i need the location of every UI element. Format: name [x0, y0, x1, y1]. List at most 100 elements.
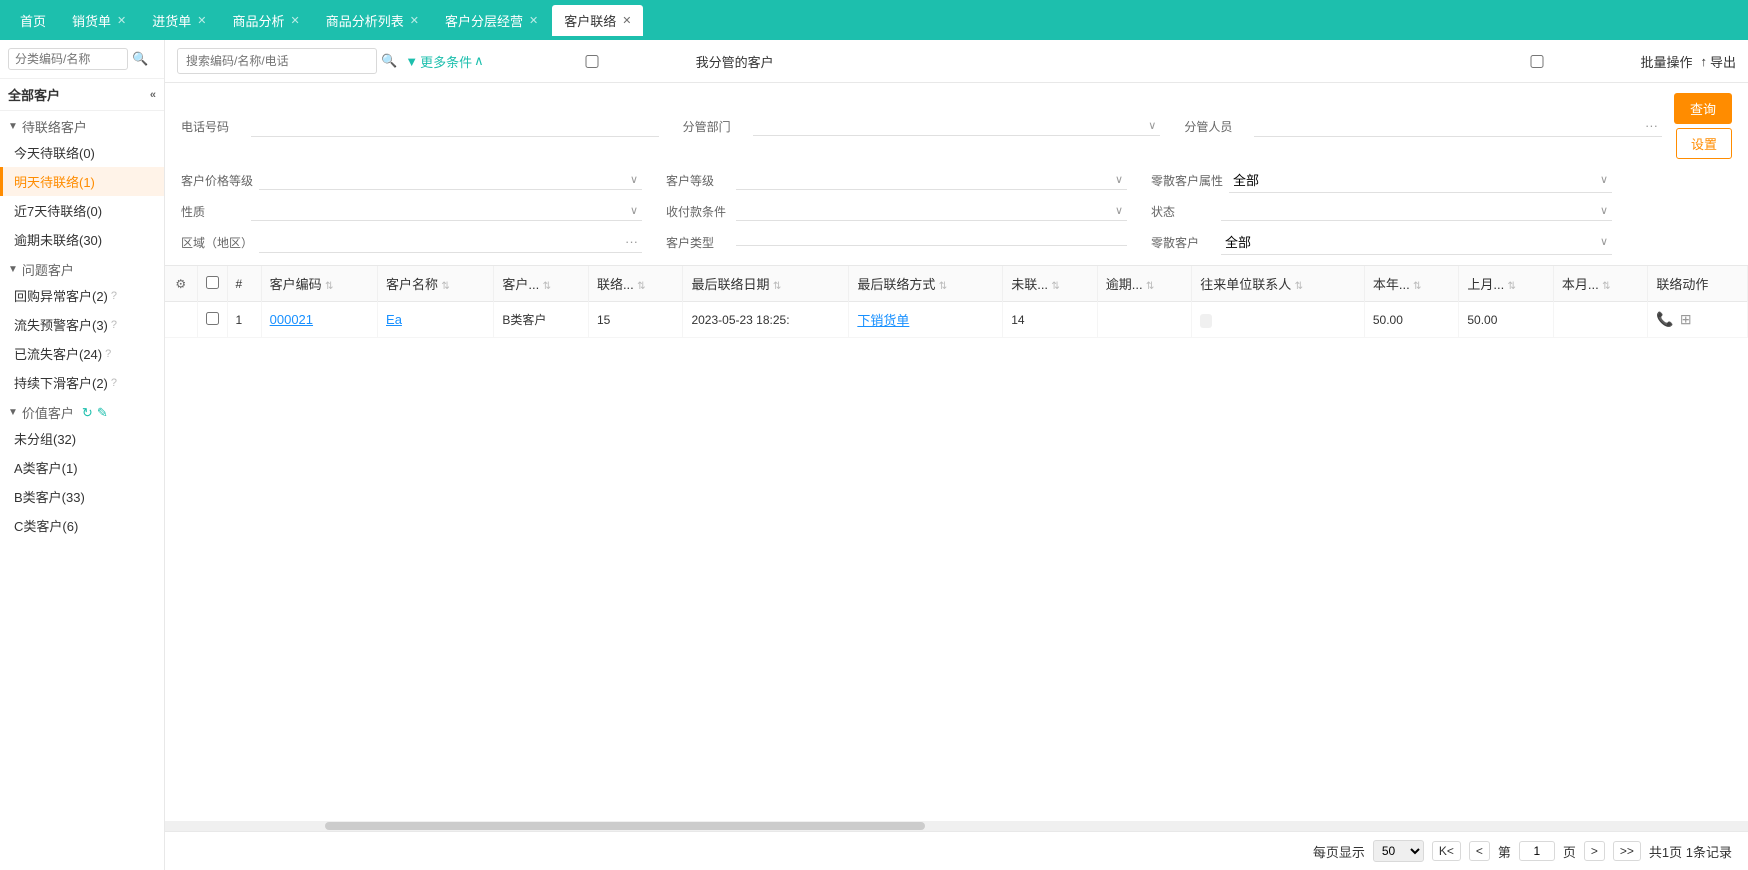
th-last-date[interactable]: 最后联络日期 ⇅: [683, 266, 849, 302]
search-input[interactable]: [177, 48, 377, 74]
sidebar-item-b-class[interactable]: B类客户(33): [0, 482, 164, 511]
setting-button[interactable]: 设置: [1676, 128, 1732, 159]
th-contacts-sort[interactable]: ⇅: [637, 281, 645, 292]
sidebar-item-repurchase[interactable]: 回购异常客户(2) ?: [0, 281, 164, 310]
close-analysis-tab[interactable]: ✕: [291, 14, 300, 27]
th-no-contact-sort[interactable]: ⇅: [1051, 281, 1059, 292]
nav-tab-customer-tier[interactable]: 客户分层经营 ✕: [433, 5, 550, 36]
close-sales-tab[interactable]: ✕: [117, 14, 126, 27]
region-select[interactable]: ···: [259, 231, 642, 253]
sidebar-item-7days[interactable]: 近7天待联络(0): [0, 196, 164, 225]
close-analysis-list-tab[interactable]: ✕: [410, 14, 419, 27]
action-phone-icon[interactable]: 📞: [1656, 311, 1673, 328]
th-unit-contact-sort[interactable]: ⇅: [1295, 281, 1303, 292]
td-row-checkbox[interactable]: [197, 302, 227, 338]
my-customers-checkbox[interactable]: 我分管的客户: [492, 52, 774, 71]
query-button[interactable]: 查询: [1674, 93, 1732, 124]
nature-select[interactable]: ∨: [251, 201, 642, 221]
customer-type-select[interactable]: [736, 239, 1127, 246]
sidebar-item-c-class[interactable]: C类客户(6): [0, 511, 164, 540]
retail-customer-select[interactable]: 全部 ∨: [1221, 229, 1612, 255]
prev-page-button[interactable]: <: [1469, 841, 1490, 861]
sidebar-item-repurchase-help[interactable]: ?: [111, 290, 117, 302]
th-contacts[interactable]: 联络... ⇅: [588, 266, 683, 302]
close-customer-contact-tab[interactable]: ✕: [622, 14, 631, 27]
row-checkbox[interactable]: [206, 312, 219, 325]
th-last-month[interactable]: 上月... ⇅: [1459, 266, 1554, 302]
th-customer-type[interactable]: 客户... ⇅: [494, 266, 589, 302]
batch-op-check[interactable]: [1437, 55, 1637, 68]
sidebar-group-value-refresh[interactable]: ↻: [82, 405, 93, 421]
nav-tab-analysis-list[interactable]: 商品分析列表 ✕: [314, 5, 431, 36]
retail-attr-select[interactable]: 全部 ∨: [1229, 167, 1612, 193]
per-page-select[interactable]: 50 100 200: [1373, 840, 1424, 862]
th-setting[interactable]: ⚙: [165, 266, 197, 302]
td-last-method[interactable]: 下销货单: [849, 302, 1003, 338]
sidebar-item-declining-help[interactable]: ?: [111, 377, 117, 389]
th-name[interactable]: 客户名称 ⇅: [378, 266, 494, 302]
th-overdue[interactable]: 逾期... ⇅: [1097, 266, 1192, 302]
sidebar-item-overdue[interactable]: 逾期未联络(30): [0, 225, 164, 254]
dept-select[interactable]: ∨: [753, 116, 1161, 136]
th-unit-contact[interactable]: 往来单位联系人 ⇅: [1192, 266, 1365, 302]
td-code[interactable]: 000021: [261, 302, 377, 338]
th-code-sort[interactable]: ⇅: [325, 281, 333, 292]
nav-tab-customer-contact[interactable]: 客户联络 ✕: [552, 5, 643, 36]
th-last-method[interactable]: 最后联络方式 ⇅: [849, 266, 1003, 302]
customer-grade-select[interactable]: ∨: [736, 170, 1127, 190]
status-select[interactable]: ∨: [1221, 201, 1612, 221]
more-conditions-button[interactable]: ▼ 更多条件 ∧: [405, 52, 483, 71]
nav-tab-sales[interactable]: 销货单 ✕: [60, 5, 138, 36]
export-button[interactable]: ↑ 导出: [1700, 52, 1736, 71]
action-more-icon[interactable]: ⊞: [1680, 311, 1692, 328]
sidebar-all-customers[interactable]: 全部客户 «: [0, 79, 164, 111]
phone-input[interactable]: [251, 116, 659, 137]
th-customer-type-sort[interactable]: ⇅: [543, 281, 551, 292]
first-page-button[interactable]: K<: [1432, 841, 1461, 861]
th-last-month-sort[interactable]: ⇅: [1508, 281, 1516, 292]
close-purchase-tab[interactable]: ✕: [197, 14, 206, 27]
nav-tab-analysis[interactable]: 商品分析 ✕: [220, 5, 311, 36]
customer-code-link[interactable]: 000021: [270, 312, 313, 327]
th-this-year[interactable]: 本年... ⇅: [1364, 266, 1459, 302]
th-overdue-sort[interactable]: ⇅: [1146, 281, 1154, 292]
th-name-sort[interactable]: ⇅: [441, 281, 449, 292]
price-grade-select[interactable]: ∨: [259, 170, 642, 190]
th-this-month[interactable]: 本月... ⇅: [1553, 266, 1648, 302]
th-code[interactable]: 客户编码 ⇅: [261, 266, 377, 302]
payment-select[interactable]: ∨: [736, 201, 1127, 221]
sidebar-group-pending[interactable]: ▼ 待联络客户: [0, 111, 164, 138]
td-name[interactable]: Ea: [378, 302, 494, 338]
sidebar-item-declining[interactable]: 持续下滑客户(2) ?: [0, 368, 164, 397]
batch-op-button[interactable]: 批量操作: [1437, 52, 1692, 71]
select-all-checkbox[interactable]: [206, 276, 219, 289]
sidebar-item-churned[interactable]: 已流失客户(24) ?: [0, 339, 164, 368]
th-no-contact[interactable]: 未联... ⇅: [1003, 266, 1098, 302]
th-last-method-sort[interactable]: ⇅: [939, 281, 947, 292]
page-number-input[interactable]: [1519, 841, 1555, 861]
th-this-month-sort[interactable]: ⇅: [1602, 281, 1610, 292]
my-customers-check[interactable]: [492, 55, 692, 68]
sidebar-item-ungroup[interactable]: 未分组(32): [0, 424, 164, 453]
last-page-button[interactable]: >>: [1613, 841, 1641, 861]
sidebar-group-value-edit[interactable]: ✎: [97, 405, 108, 421]
sidebar-item-churn-warning-help[interactable]: ?: [111, 319, 117, 331]
sidebar-search-icon[interactable]: 🔍: [132, 51, 148, 67]
next-page-button[interactable]: >: [1584, 841, 1605, 861]
horizontal-scrollbar[interactable]: [165, 821, 1748, 831]
th-this-year-sort[interactable]: ⇅: [1413, 281, 1421, 292]
customer-name-link[interactable]: Ea: [386, 312, 402, 327]
sidebar-group-problem[interactable]: ▼ 问题客户: [0, 254, 164, 281]
sidebar-search-input[interactable]: [8, 48, 128, 70]
sidebar-group-value[interactable]: ▼ 价值客户 ↻ ✎: [0, 397, 164, 424]
search-button[interactable]: 🔍: [381, 53, 397, 69]
last-method-link[interactable]: 下销货单: [857, 313, 909, 328]
sidebar-item-today[interactable]: 今天待联络(0): [0, 138, 164, 167]
nav-tab-purchase[interactable]: 进货单 ✕: [140, 5, 218, 36]
person-select[interactable]: ···: [1254, 115, 1662, 137]
sidebar-item-churned-help[interactable]: ?: [105, 348, 111, 360]
sidebar-item-tomorrow[interactable]: 明天待联络(1): [0, 167, 164, 196]
th-last-date-sort[interactable]: ⇅: [773, 281, 781, 292]
close-customer-tier-tab[interactable]: ✕: [529, 14, 538, 27]
nav-home[interactable]: 首页: [8, 5, 58, 36]
